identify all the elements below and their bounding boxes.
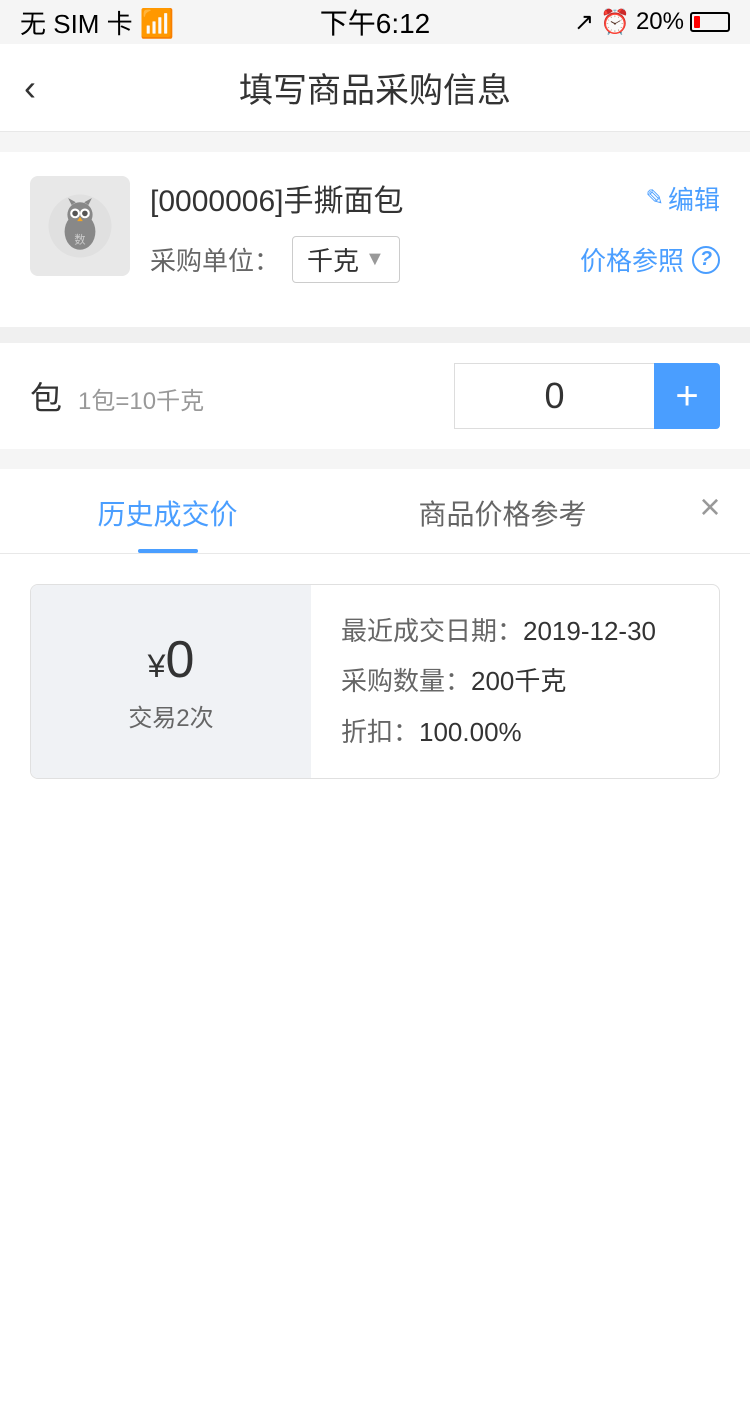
discount-label: 折扣： [341,717,419,747]
product-image: 数 [45,191,115,261]
back-button[interactable]: ‹ [24,67,36,109]
nav-bar: ‹ 填写商品采购信息 [0,44,750,132]
history-card: ¥0 交易2次 最近成交日期：2019-12-30 采购数量：200千克 折扣：… [30,584,720,779]
no-sim-text: 无 SIM 卡 [20,9,133,39]
battery-icon [690,12,730,32]
edit-label: 编辑 [668,180,720,217]
product-info: [0000006]手撕面包 ✎ 编辑 采购单位： 千克 ▼ 价格参照 ? [150,176,720,283]
history-price-value: ¥0 [148,630,195,690]
location-icon: ↗ [574,8,594,37]
discount-value: 100.00% [419,717,522,747]
purchase-unit-label: 采购单位： [150,241,280,278]
tabs-section: 历史成交价 商品价格参考 × ¥0 交易2次 最近成交日期：2019-12-30… [0,469,750,809]
price-ref-label: 价格参照 [580,241,684,278]
history-transaction-count: 交易2次 [128,698,213,733]
quantity-row: 包 1包=10千克 + [0,343,750,449]
product-title-row: [0000006]手撕面包 ✎ 编辑 [150,176,720,220]
battery-percent: 20% [636,8,684,36]
tab-history-price[interactable]: 历史成交价 [0,469,335,553]
history-price-summary: ¥0 交易2次 [31,585,311,778]
recent-date-row: 最近成交日期：2019-12-30 [341,613,689,649]
page-title: 填写商品采购信息 [239,63,511,112]
unit-value: 千克 [307,241,359,278]
quantity-input-group: + [454,363,720,429]
recent-date-value: 2019-12-30 [523,616,656,646]
edit-button[interactable]: ✎ 编辑 [646,180,720,217]
status-time: 下午6:12 [320,2,431,42]
tabs-header: 历史成交价 商品价格参考 × [0,469,750,554]
price-ref-button[interactable]: 价格参照 ? [580,241,720,278]
quantity-conversion: 1包=10千克 [78,381,204,416]
tab-history-label: 历史成交价 [97,499,237,530]
tab-product-price-ref[interactable]: 商品价格参考 [335,469,670,553]
status-left: 无 SIM 卡 📶 [20,4,175,41]
product-card: 数 [0000006]手撕面包 ✎ 编辑 采购单位： 千克 ▼ [0,152,750,327]
status-right: ↗ ⏰ 20% [574,8,730,37]
quantity-unit: 包 [30,373,62,419]
purchase-qty-value: 200千克 [471,666,566,696]
edit-icon: ✎ [646,185,664,211]
alarm-icon: ⏰ [600,8,630,37]
status-bar: 无 SIM 卡 📶 下午6:12 ↗ ⏰ 20% [0,0,750,44]
quantity-input[interactable] [454,363,654,429]
battery-fill [694,16,700,28]
unit-selector-group: 采购单位： 千克 ▼ [150,236,400,283]
unit-select-dropdown[interactable]: 千克 ▼ [292,236,400,283]
history-content: ¥0 交易2次 最近成交日期：2019-12-30 采购数量：200千克 折扣：… [0,554,750,809]
svg-text:数: 数 [74,233,85,247]
tab-product-ref-label: 商品价格参考 [418,499,586,530]
wifi-icon: 📶 [140,8,175,39]
currency-symbol: ¥ [148,648,166,684]
purchase-qty-row: 采购数量：200千克 [341,663,689,699]
dropdown-arrow-icon: ▼ [365,248,385,271]
product-name: [0000006]手撕面包 [150,176,403,220]
main-background [0,809,750,1409]
history-details: 最近成交日期：2019-12-30 采购数量：200千克 折扣：100.00% [311,585,719,778]
price-number: 0 [165,631,194,689]
quantity-label-group: 包 1包=10千克 [30,373,204,419]
product-header: 数 [0000006]手撕面包 ✎ 编辑 采购单位： 千克 ▼ [30,176,720,283]
purchase-unit-row: 采购单位： 千克 ▼ 价格参照 ? [150,236,720,283]
info-icon: ? [692,246,720,274]
tab-close-button[interactable]: × [670,486,750,536]
quantity-plus-button[interactable]: + [654,363,720,429]
product-thumbnail: 数 [30,176,130,276]
section-divider [0,327,750,343]
recent-date-label: 最近成交日期： [341,616,523,646]
purchase-qty-label: 采购数量： [341,666,471,696]
discount-row: 折扣：100.00% [341,714,689,750]
